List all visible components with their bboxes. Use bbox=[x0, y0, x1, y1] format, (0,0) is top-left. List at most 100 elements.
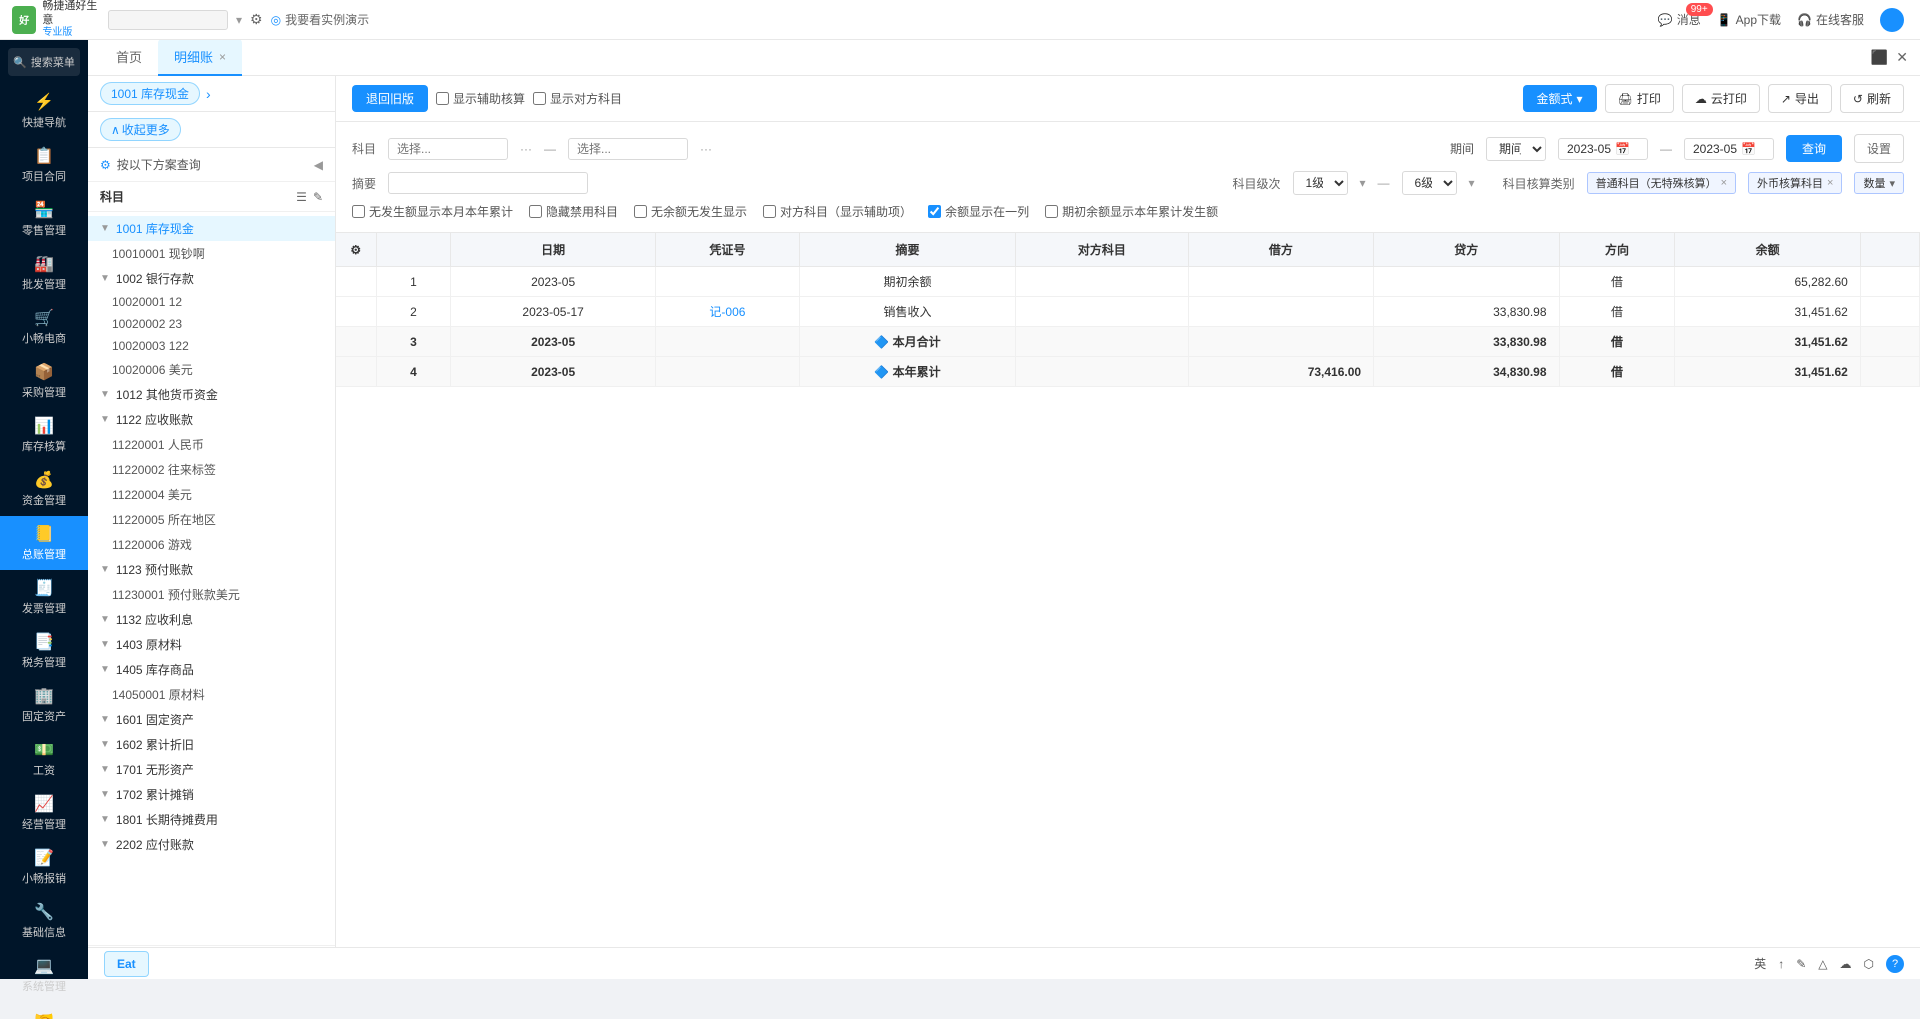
tag-foreign-close[interactable]: × bbox=[1827, 177, 1833, 189]
tree-item-1405[interactable]: ▼1405 库存商品 bbox=[88, 657, 335, 682]
messages-btn[interactable]: 💬 消息 99+ bbox=[1658, 11, 1701, 28]
breadcrumb-chip[interactable]: 1001 库存现金 bbox=[100, 82, 200, 105]
tree-item-11220006[interactable]: 11220006 游戏 bbox=[88, 532, 335, 557]
bottom-edit-icon[interactable]: ✎ bbox=[1796, 957, 1806, 971]
level-end-select[interactable]: 6级 bbox=[1402, 171, 1457, 195]
period-type-select[interactable]: 期间 bbox=[1486, 137, 1546, 161]
show-auxiliary-check[interactable]: 显示辅助核算 bbox=[436, 90, 525, 107]
sidebar-item-tax[interactable]: 📑 税务管理 bbox=[0, 624, 88, 678]
panel-list-icon[interactable]: ☰ bbox=[296, 190, 307, 204]
app-download-btn[interactable]: 📱 App下载 bbox=[1717, 11, 1781, 28]
checkbox-no-balance[interactable]: 无发生额显示本月本年累计 bbox=[352, 203, 513, 220]
sidebar-item-salary[interactable]: 💵 工资 bbox=[0, 732, 88, 786]
bottom-help-icon[interactable]: ? bbox=[1886, 955, 1904, 973]
collapse-icon[interactable]: ◀ bbox=[314, 158, 323, 172]
sidebar-item-invoice[interactable]: 🧾 发票管理 bbox=[0, 570, 88, 624]
bottom-upload-icon[interactable]: ↑ bbox=[1778, 957, 1784, 971]
tree-item-1701[interactable]: ▼1701 无形资产 bbox=[88, 757, 335, 782]
tree-item-1403[interactable]: ▼1403 原材料 bbox=[88, 632, 335, 657]
tree-item-1801[interactable]: ▼1801 长期待摊费用 bbox=[88, 807, 335, 832]
tag-foreign[interactable]: 外币核算科目 × bbox=[1748, 172, 1842, 194]
level-start-select[interactable]: 1级 bbox=[1293, 171, 1348, 195]
settings-icon[interactable]: ⚙ bbox=[250, 11, 263, 28]
sidebar-item-project[interactable]: 📋 项目合同 bbox=[0, 138, 88, 192]
filter-more-icon2[interactable]: ··· bbox=[700, 142, 712, 156]
period-start-date[interactable]: 2023-05 📅 bbox=[1558, 138, 1648, 160]
tag-quantity-dropdown[interactable]: ▾ bbox=[1889, 177, 1895, 190]
tree-item-1002[interactable]: ▼1002 银行存款 bbox=[88, 266, 335, 291]
filter-more-icon[interactable]: ··· bbox=[520, 142, 532, 156]
tree-item-11220002[interactable]: 11220002 往来标签 bbox=[88, 457, 335, 482]
checkbox-opposite-show[interactable]: 对方科目（显示辅助项） bbox=[763, 203, 912, 220]
checkbox-period-show[interactable]: 期初余额显示本年累计发生额 bbox=[1045, 203, 1218, 220]
tag-ordinary-close[interactable]: × bbox=[1721, 177, 1727, 189]
bottom-cloud-icon[interactable]: ☁ bbox=[1840, 957, 1852, 971]
sidebar-item-quick-nav[interactable]: ⚡ 快捷导航 bbox=[0, 84, 88, 138]
bottom-english-btn[interactable]: 英 bbox=[1754, 955, 1766, 972]
tab-home[interactable]: 首页 bbox=[100, 39, 158, 76]
title-input[interactable] bbox=[108, 10, 228, 30]
sidebar-item-retail[interactable]: 🏪 零售管理 bbox=[0, 192, 88, 246]
demo-link[interactable]: ◎ 我要看实例演示 bbox=[271, 11, 370, 28]
sidebar-item-operations[interactable]: 📈 经营管理 bbox=[0, 786, 88, 840]
tree-item-11220005[interactable]: 11220005 所在地区 bbox=[88, 507, 335, 532]
tree-item-1122[interactable]: ▼1122 应收账款 bbox=[88, 407, 335, 432]
tab-close-all-icon[interactable]: ✕ bbox=[1896, 49, 1908, 66]
subject-input[interactable] bbox=[388, 138, 508, 160]
tree-item-1601[interactable]: ▼1601 固定资产 bbox=[88, 707, 335, 732]
period-end-date[interactable]: 2023-05 📅 bbox=[1684, 138, 1774, 160]
tree-item-10020001[interactable]: 10020001 12 bbox=[88, 291, 335, 313]
tab-detail[interactable]: 明细账 × bbox=[158, 39, 242, 76]
cloud-print-btn[interactable]: ☁ 云打印 bbox=[1682, 84, 1760, 113]
panel-edit-icon[interactable]: ✎ bbox=[313, 190, 323, 204]
tree-item-1123[interactable]: ▼1123 预付账款 bbox=[88, 557, 335, 582]
settings-btn[interactable]: 设置 bbox=[1854, 134, 1904, 163]
subject-end-input[interactable] bbox=[568, 138, 688, 160]
sidebar-item-ledger[interactable]: 📒 总账管理 bbox=[0, 516, 88, 570]
tab-close-btn[interactable]: × bbox=[219, 50, 226, 64]
breadcrumb-arrow-icon[interactable]: › bbox=[206, 86, 211, 102]
more-btn[interactable]: ∧ 收起更多 bbox=[100, 118, 181, 141]
eat-btn[interactable]: Eat bbox=[104, 951, 149, 977]
sidebar-item-report[interactable]: 📝 小畅报销 bbox=[0, 840, 88, 894]
sidebar-item-inventory[interactable]: 📊 库存核算 bbox=[0, 408, 88, 462]
export-btn[interactable]: ↗ 导出 bbox=[1768, 84, 1832, 113]
filter-settings-icon[interactable]: ⚙ bbox=[100, 158, 111, 172]
sidebar-search[interactable]: 🔍 搜索菜单 bbox=[0, 40, 88, 84]
sidebar-item-wholesale[interactable]: 🏭 批发管理 bbox=[0, 246, 88, 300]
bottom-triangle-icon[interactable]: △ bbox=[1818, 957, 1827, 971]
tree-item-11220001[interactable]: 11220001 人民币 bbox=[88, 432, 335, 457]
sidebar-item-basic[interactable]: 🔧 基础信息 bbox=[0, 894, 88, 948]
col-settings[interactable]: ⚙ bbox=[336, 233, 376, 267]
tag-quantity[interactable]: 数量 ▾ bbox=[1854, 172, 1904, 194]
sidebar-item-purchase[interactable]: 📦 采购管理 bbox=[0, 354, 88, 408]
checkbox-hide-disabled[interactable]: 隐藏禁用科目 bbox=[529, 203, 618, 220]
format-btn[interactable]: 金额式 ▾ bbox=[1523, 85, 1597, 112]
online-service-btn[interactable]: 🎧 在线客服 bbox=[1797, 11, 1864, 28]
sidebar-item-ecommerce[interactable]: 🛒 小畅电商 bbox=[0, 300, 88, 354]
checkbox-no-balance-show[interactable]: 无余额无发生显示 bbox=[634, 203, 747, 220]
tree-item-11230001[interactable]: 11230001 预付账款美元 bbox=[88, 582, 335, 607]
tree-item-10020002[interactable]: 10020002 23 bbox=[88, 313, 335, 335]
sidebar-item-fixed-assets[interactable]: 🏢 固定资产 bbox=[0, 678, 88, 732]
show-opposite-check[interactable]: 显示对方科目 bbox=[533, 90, 622, 107]
query-btn[interactable]: 查询 bbox=[1786, 135, 1842, 162]
tree-item-1132[interactable]: ▼1132 应收利息 bbox=[88, 607, 335, 632]
summary-input[interactable] bbox=[388, 172, 588, 194]
print-btn[interactable]: 🖨 打印 bbox=[1605, 84, 1674, 113]
tree-item-1602[interactable]: ▼1602 累计折旧 bbox=[88, 732, 335, 757]
return-old-btn[interactable]: 退回旧版 bbox=[352, 85, 428, 112]
tree-item-10020006[interactable]: 10020006 美元 bbox=[88, 357, 335, 382]
tree-item-10020003[interactable]: 10020003 122 bbox=[88, 335, 335, 357]
tab-restore-icon[interactable]: ⬛ bbox=[1871, 49, 1888, 66]
tree-item-11220004[interactable]: 11220004 美元 bbox=[88, 482, 335, 507]
sidebar-search-btn[interactable]: 🔍 搜索菜单 bbox=[8, 48, 80, 76]
dropdown-icon[interactable]: ▾ bbox=[236, 13, 242, 27]
bottom-hex-icon[interactable]: ⬡ bbox=[1864, 957, 1874, 971]
user-avatar[interactable] bbox=[1880, 8, 1908, 32]
tree-item-10010001[interactable]: 10010001 现钞啊 bbox=[88, 241, 335, 266]
sidebar-item-capital[interactable]: 💰 资金管理 bbox=[0, 462, 88, 516]
checkbox-balance-one-col[interactable]: 余额显示在一列 bbox=[928, 203, 1029, 220]
tree-item-2202[interactable]: ▼2202 应付账款 bbox=[88, 832, 335, 857]
tree-item-1001[interactable]: ▼1001 库存现金 bbox=[88, 216, 335, 241]
